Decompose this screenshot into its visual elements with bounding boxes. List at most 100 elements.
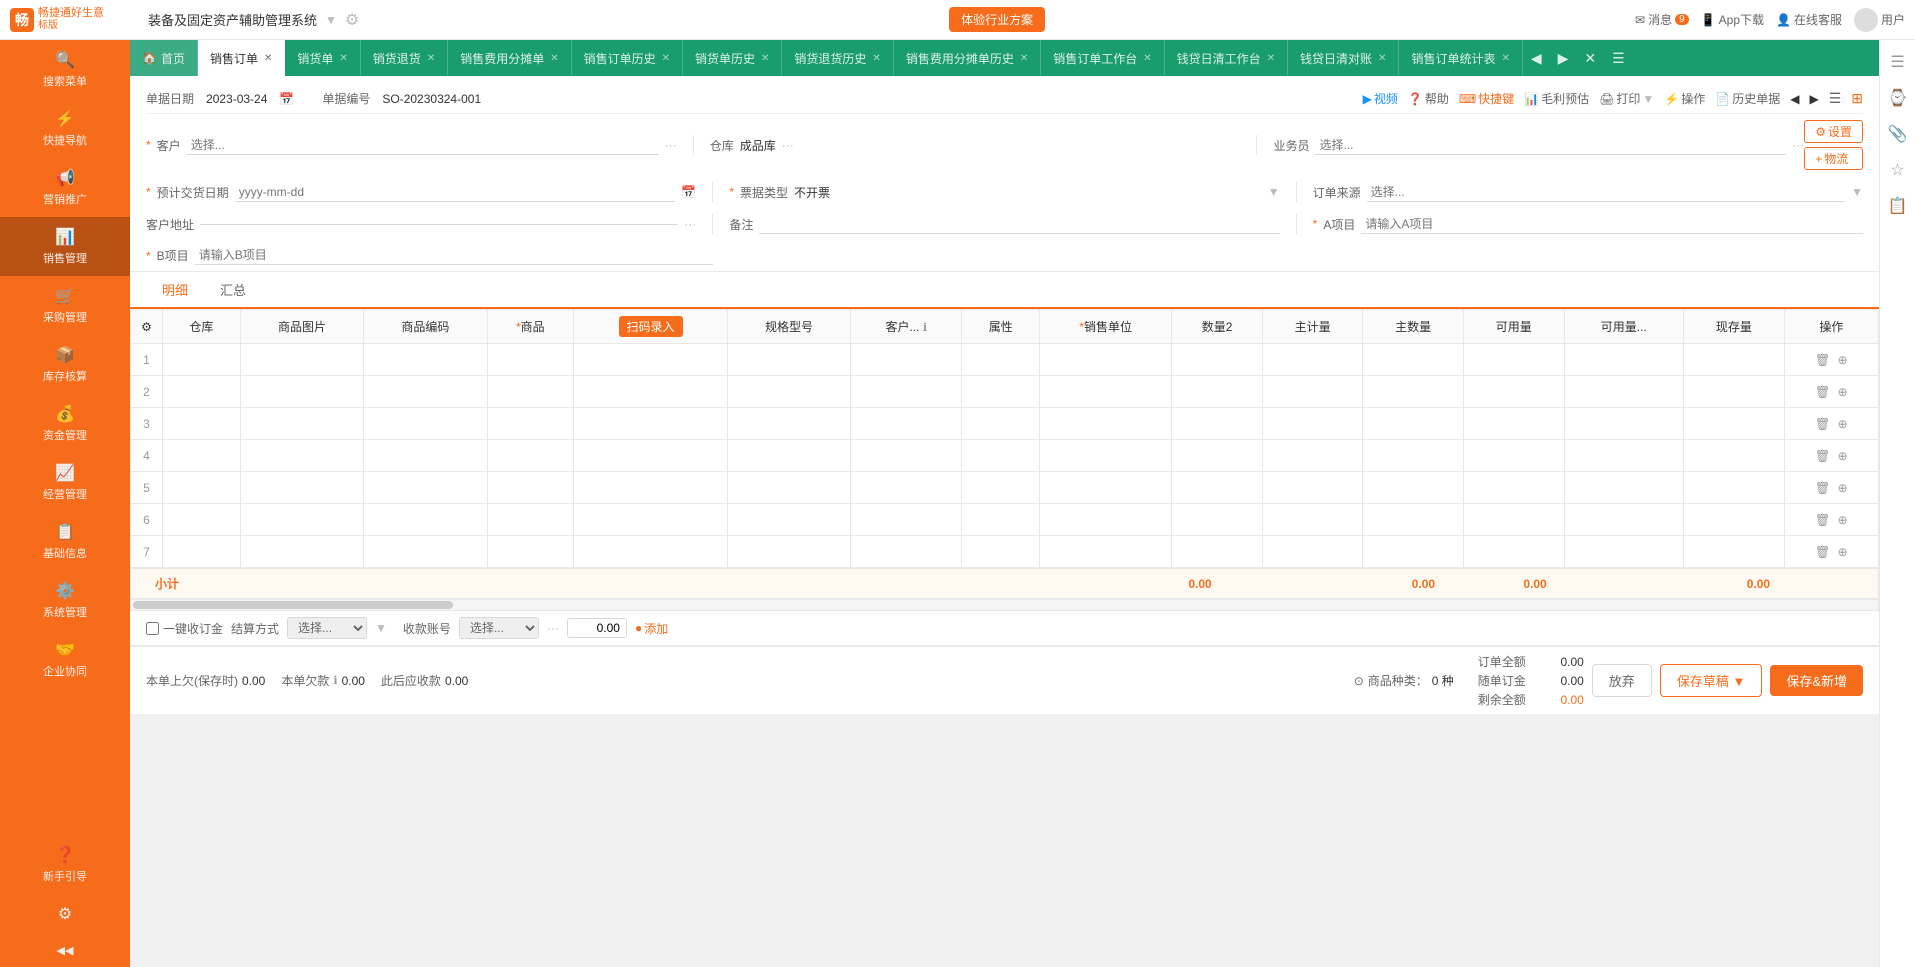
row-7-delete-icon[interactable]: 🗑 <box>1815 545 1830 559</box>
help-btn[interactable]: ❓ 帮助 <box>1408 90 1449 107</box>
row-2-delete-icon[interactable]: 🗑 <box>1815 385 1830 399</box>
row-2-copy-icon[interactable]: ⊕ <box>1838 385 1848 399</box>
sidebar-item-inventory[interactable]: 📦 库存核算 <box>0 335 130 394</box>
row-5-product[interactable] <box>487 472 574 504</box>
row-7-main-qty[interactable] <box>1363 536 1464 568</box>
row-1-product-code[interactable] <box>364 344 487 376</box>
row-6-main-unit[interactable] <box>1262 504 1363 536</box>
tab-close-sales-fee-split[interactable]: ✕ <box>550 53 558 64</box>
row-1-current-stock[interactable] <box>1684 344 1785 376</box>
sidebar-item-search[interactable]: 🔍 搜索菜单 <box>0 40 130 99</box>
tab-sales-order[interactable]: 销售订单 ✕ <box>198 40 285 76</box>
row-3-product-image[interactable] <box>240 408 363 440</box>
row-2-customer-spec[interactable] <box>851 376 962 408</box>
tab-close-sales-fee-history[interactable]: ✕ <box>1020 53 1028 64</box>
a-project-input[interactable] <box>1361 215 1863 234</box>
settings-icon[interactable]: ⚙ <box>345 10 359 30</box>
customer-input[interactable] <box>187 136 659 155</box>
row-4-scan[interactable] <box>574 440 728 472</box>
row-1-copy-icon[interactable]: ⊕ <box>1838 353 1848 367</box>
row-4-product-image[interactable] <box>240 440 363 472</box>
customer-spec-info-icon[interactable]: ℹ <box>923 322 927 334</box>
row-7-available[interactable] <box>1463 536 1564 568</box>
row-4-main-unit[interactable] <box>1262 440 1363 472</box>
tab-close-sales-order-history[interactable]: ✕ <box>662 53 670 64</box>
row-7-product-code[interactable] <box>364 536 487 568</box>
row-6-product-code[interactable] <box>364 504 487 536</box>
row-1-product-image[interactable] <box>240 344 363 376</box>
row-3-sales-unit[interactable] <box>1040 408 1172 440</box>
sidebar-item-enterprise[interactable]: 🤝 企业协同 <box>0 630 130 689</box>
row-7-warehouse[interactable] <box>163 536 241 568</box>
row-1-product[interactable] <box>487 344 574 376</box>
row-2-warehouse[interactable] <box>163 376 241 408</box>
tab-sales-return-history[interactable]: 销货退货历史 ✕ <box>782 40 893 76</box>
row-6-product-image[interactable] <box>240 504 363 536</box>
print-dropdown-icon[interactable]: ▼ <box>1642 92 1654 106</box>
right-btn-4[interactable]: ☆ <box>1884 156 1912 184</box>
print-btn[interactable]: 🖨 打印 ▼ <box>1599 90 1654 107</box>
row-7-scan[interactable] <box>574 536 728 568</box>
tab-prev-btn[interactable]: ◀ <box>1523 40 1550 76</box>
this-order-info-icon[interactable]: ℹ <box>333 674 337 687</box>
tab-close-sales-credit-history[interactable]: ✕ <box>761 53 769 64</box>
tab-sales-credit-history[interactable]: 销货单历史 ✕ <box>683 40 782 76</box>
message-btn[interactable]: ✉ 消息 9 <box>1635 11 1689 28</box>
grid-view-btn[interactable]: ⊞ <box>1851 90 1863 107</box>
salesperson-input[interactable] <box>1315 136 1786 155</box>
row-3-attribute[interactable] <box>962 408 1040 440</box>
tab-cash-daily-clear[interactable]: 钱贷日清工作台 ✕ <box>1165 40 1288 76</box>
row-5-spec[interactable] <box>727 472 850 504</box>
deposit-checkbox-label[interactable]: 一键收订金 <box>146 620 223 637</box>
row-5-product-code[interactable] <box>364 472 487 504</box>
row-5-customer-spec[interactable] <box>851 472 962 504</box>
operations-btn[interactable]: ⚡ 操作 <box>1664 90 1705 107</box>
row-7-copy-icon[interactable]: ⊕ <box>1838 545 1848 559</box>
invoice-type-dropdown-icon[interactable]: ▼ <box>1268 185 1280 199</box>
row-6-scan[interactable] <box>574 504 728 536</box>
row-7-qty2[interactable] <box>1172 536 1262 568</box>
tab-sales-order-workbench[interactable]: 销售订单工作台 ✕ <box>1041 40 1164 76</box>
delivery-date-input[interactable] <box>235 183 676 202</box>
tab-sales-order-summary[interactable]: 销售订单统计表 ✕ <box>1399 40 1522 76</box>
row-1-main-qty[interactable] <box>1363 344 1464 376</box>
deposit-checkbox[interactable] <box>146 622 159 635</box>
row-2-scan[interactable] <box>574 376 728 408</box>
row-6-current-stock[interactable] <box>1684 504 1785 536</box>
warehouse-more-btn[interactable]: ··· <box>782 138 794 152</box>
row-1-spec[interactable] <box>727 344 850 376</box>
row-4-customer-spec[interactable] <box>851 440 962 472</box>
b-project-input[interactable] <box>195 246 713 265</box>
row-5-main-qty[interactable] <box>1363 472 1464 504</box>
tab-close-sales-order-workbench[interactable]: ✕ <box>1143 53 1151 64</box>
tab-close-sales-return-history[interactable]: ✕ <box>872 53 880 64</box>
row-4-spec[interactable] <box>727 440 850 472</box>
row-7-attribute[interactable] <box>962 536 1040 568</box>
tab-sales-credit[interactable]: 销货单 ✕ <box>285 40 360 76</box>
right-btn-2[interactable]: ⌚ <box>1884 84 1912 112</box>
row-3-product-code[interactable] <box>364 408 487 440</box>
save-new-btn[interactable]: 保存&新增 <box>1770 665 1863 696</box>
row-3-scan[interactable] <box>574 408 728 440</box>
row-1-sales-unit[interactable] <box>1040 344 1172 376</box>
row-1-delete-icon[interactable]: 🗑 <box>1815 353 1830 367</box>
row-6-warehouse[interactable] <box>163 504 241 536</box>
row-2-product-image[interactable] <box>240 376 363 408</box>
row-5-current-stock[interactable] <box>1684 472 1785 504</box>
row-2-spec[interactable] <box>727 376 850 408</box>
row-6-sales-unit[interactable] <box>1040 504 1172 536</box>
sidebar-item-operations[interactable]: 📈 经营管理 <box>0 453 130 512</box>
row-6-available[interactable] <box>1463 504 1564 536</box>
tab-sales-fee-history[interactable]: 销售费用分摊单历史 ✕ <box>894 40 1041 76</box>
row-3-customer-spec[interactable] <box>851 408 962 440</box>
notes-input-area[interactable] <box>759 214 1279 234</box>
row-7-product[interactable] <box>487 536 574 568</box>
row-4-available2[interactable] <box>1564 440 1684 472</box>
profit-forecast-btn[interactable]: 📊 毛利预估 <box>1524 90 1589 107</box>
tab-menu-btn[interactable]: ☰ <box>1604 40 1633 76</box>
sidebar-item-base-info[interactable]: 📋 基础信息 <box>0 512 130 571</box>
row-5-product-image[interactable] <box>240 472 363 504</box>
next-record-btn[interactable]: ▶ <box>1809 92 1818 106</box>
row-1-qty2[interactable] <box>1172 344 1262 376</box>
row-6-delete-icon[interactable]: 🗑 <box>1815 513 1830 527</box>
